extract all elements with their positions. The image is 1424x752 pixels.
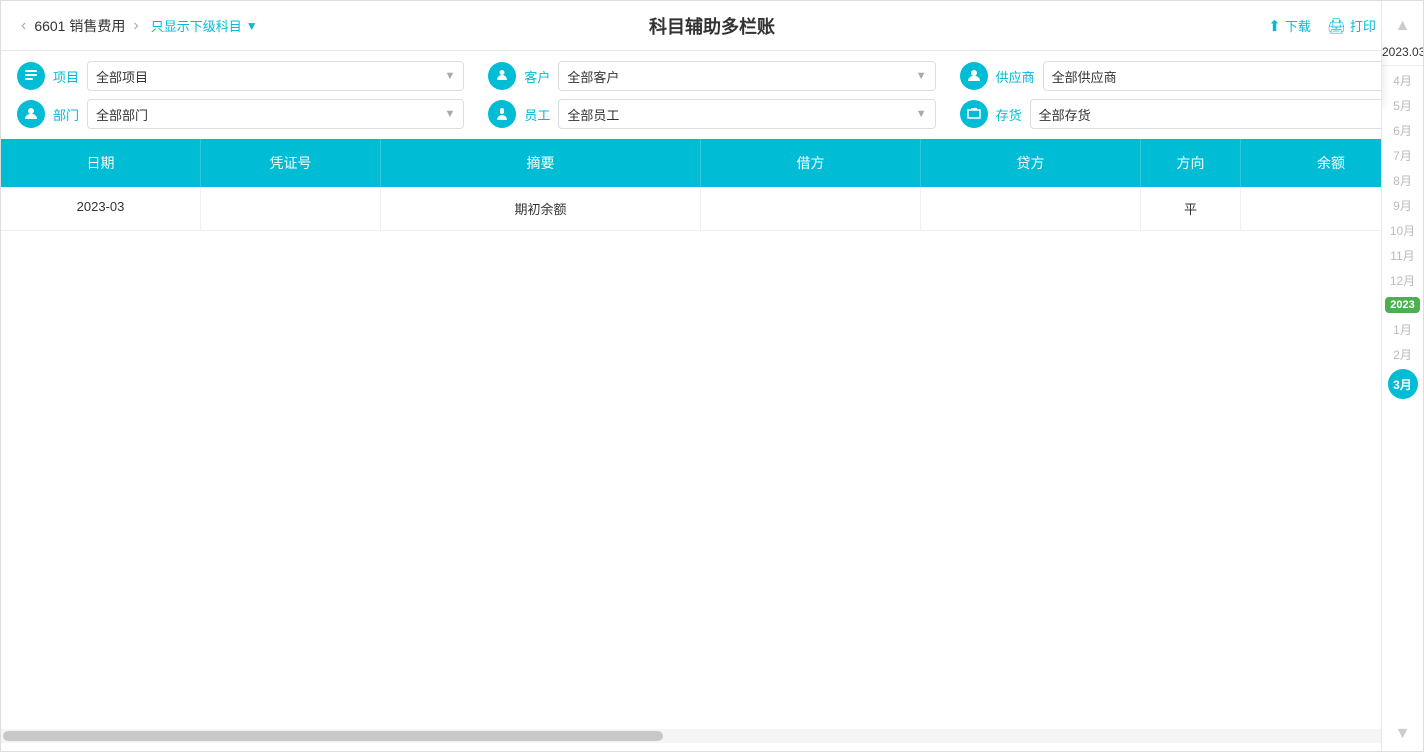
sidebar-month-12[interactable]: 12月 — [1382, 268, 1423, 293]
inventory-select[interactable]: 全部存货 ▼ — [1030, 99, 1407, 129]
supplier-label: 供应商 — [996, 67, 1035, 86]
cell-summary: 期初余额 — [381, 187, 701, 230]
account-code: 6601 销售费用 — [34, 16, 125, 36]
cell-direction: 平 — [1141, 187, 1241, 230]
cell-voucher — [201, 187, 381, 230]
filter-row-2: 部门 全部部门 ▼ 员工 全部员工 ▼ 存货 — [17, 99, 1407, 129]
filter-section: 项目 全部项目 ▼ 客户 全部客户 ▼ 供应 — [1, 51, 1423, 139]
project-value: 全部项目 — [96, 67, 148, 86]
project-label: 项目 — [53, 67, 79, 86]
main-window: ‹ 6601 销售费用 › 只显示下级科目 ▼ 科目辅助多栏账 ⬆ 下载 🖨 打… — [0, 0, 1424, 752]
project-select[interactable]: 全部项目 ▼ — [87, 61, 464, 91]
sidebar-month-2[interactable]: 2月 — [1382, 342, 1423, 367]
table-body: 2023-03 期初余额 平 — [1, 187, 1381, 231]
cell-credit — [921, 187, 1141, 230]
col-summary: 摘要 — [381, 139, 701, 187]
sidebar-month-3-active[interactable]: 3月 — [1388, 369, 1418, 399]
sidebar-month-1[interactable]: 1月 — [1382, 317, 1423, 342]
supplier-icon — [960, 62, 988, 90]
sidebar-month-11[interactable]: 11月 — [1382, 243, 1423, 268]
title-bar: ‹ 6601 销售费用 › 只显示下级科目 ▼ 科目辅助多栏账 ⬆ 下载 🖨 打… — [1, 1, 1423, 51]
scroll-container[interactable] — [1, 729, 1381, 743]
project-icon — [17, 62, 45, 90]
filter-row-1: 项目 全部项目 ▼ 客户 全部客户 ▼ 供应 — [17, 61, 1407, 91]
filter-inventory: 存货 全部存货 ▼ — [960, 99, 1407, 129]
cell-date: 2023-03 — [1, 187, 201, 230]
department-label: 部门 — [53, 105, 79, 124]
cell-debit — [701, 187, 921, 230]
sidebar-month-10[interactable]: 10月 — [1382, 218, 1423, 243]
customer-arrow: ▼ — [916, 70, 927, 82]
department-icon — [17, 100, 45, 128]
sidebar-down-button[interactable]: ▼ — [1395, 725, 1411, 743]
download-label: 下载 — [1285, 16, 1311, 35]
sidebar-month-5[interactable]: 5月 — [1382, 93, 1423, 118]
print-icon: 🖨 — [1327, 17, 1346, 35]
prev-nav-button[interactable]: ‹ — [17, 15, 30, 37]
print-button[interactable]: 🖨 打印 — [1327, 16, 1376, 35]
sidebar-up-button[interactable]: ▲ — [1395, 11, 1411, 41]
employee-label: 员工 — [524, 105, 550, 124]
sidebar-divider-1 — [1382, 65, 1423, 66]
inventory-icon — [960, 100, 988, 128]
col-date: 日期 — [1, 139, 201, 187]
customer-label: 客户 — [524, 67, 550, 86]
col-direction: 方向 — [1141, 139, 1241, 187]
sidebar-month-8[interactable]: 8月 — [1382, 168, 1423, 193]
filter-department: 部门 全部部门 ▼ — [17, 99, 464, 129]
customer-icon — [488, 62, 516, 90]
customer-select[interactable]: 全部客户 ▼ — [558, 61, 935, 91]
download-icon: ⬆ — [1268, 17, 1281, 35]
inventory-label: 存货 — [996, 105, 1022, 124]
sidebar-month-7[interactable]: 7月 — [1382, 143, 1423, 168]
inventory-value: 全部存货 — [1039, 105, 1091, 124]
filter-dropdown-label: 只显示下级科目 — [151, 16, 242, 35]
sidebar-month-9[interactable]: 9月 — [1382, 193, 1423, 218]
title-left: ‹ 6601 销售费用 › 只显示下级科目 ▼ — [17, 15, 258, 37]
filter-project: 项目 全部项目 ▼ — [17, 61, 464, 91]
scroll-thumb[interactable] — [3, 731, 663, 741]
filter-supplier: 供应商 全部供应商 ▼ — [960, 61, 1407, 91]
print-label: 打印 — [1350, 16, 1376, 35]
sidebar-month-4[interactable]: 4月 — [1382, 68, 1423, 93]
col-debit: 借方 — [701, 139, 921, 187]
supplier-value: 全部供应商 — [1052, 67, 1117, 86]
department-value: 全部部门 — [96, 105, 148, 124]
department-select[interactable]: 全部部门 ▼ — [87, 99, 464, 129]
col-balance: 余额 — [1241, 139, 1381, 187]
supplier-select[interactable]: 全部供应商 ▼ — [1043, 61, 1407, 91]
col-credit: 贷方 — [921, 139, 1141, 187]
year-badge-2023[interactable]: 2023 — [1385, 297, 1419, 313]
show-sub-accounts-button[interactable]: 只显示下级科目 ▼ — [151, 16, 258, 35]
customer-value: 全部客户 — [567, 67, 619, 86]
title-nav: ‹ 6601 销售费用 › — [17, 15, 143, 37]
table-header: 日期 凭证号 摘要 借方 贷方 方向 余额 — [1, 139, 1381, 187]
sidebar-month-2023-03-top[interactable]: 2023.03 — [1382, 41, 1423, 63]
employee-select[interactable]: 全部员工 ▼ — [558, 99, 935, 129]
download-button[interactable]: ⬆ 下载 — [1268, 16, 1311, 35]
employee-value: 全部员工 — [567, 105, 619, 124]
right-sidebar: ▲ 2023.03 2023.03 2023.03 4月 5月 6月 7月 8月… — [1381, 1, 1423, 752]
filter-dropdown-arrow: ▼ — [246, 19, 258, 33]
employee-icon — [488, 100, 516, 128]
next-nav-button[interactable]: › — [129, 15, 142, 37]
page-title: 科目辅助多栏账 — [649, 13, 775, 39]
table-row: 2023-03 期初余额 平 — [1, 187, 1381, 231]
col-voucher: 凭证号 — [201, 139, 381, 187]
project-arrow: ▼ — [444, 70, 455, 82]
filter-employee: 员工 全部员工 ▼ — [488, 99, 935, 129]
filter-customer: 客户 全部客户 ▼ — [488, 61, 935, 91]
cell-balance — [1241, 187, 1381, 230]
table-container: 日期 凭证号 摘要 借方 贷方 方向 余额 2023-03 期初余额 平 — [1, 139, 1381, 231]
sidebar-month-6[interactable]: 6月 — [1382, 118, 1423, 143]
employee-arrow: ▼ — [916, 108, 927, 120]
department-arrow: ▼ — [444, 108, 455, 120]
